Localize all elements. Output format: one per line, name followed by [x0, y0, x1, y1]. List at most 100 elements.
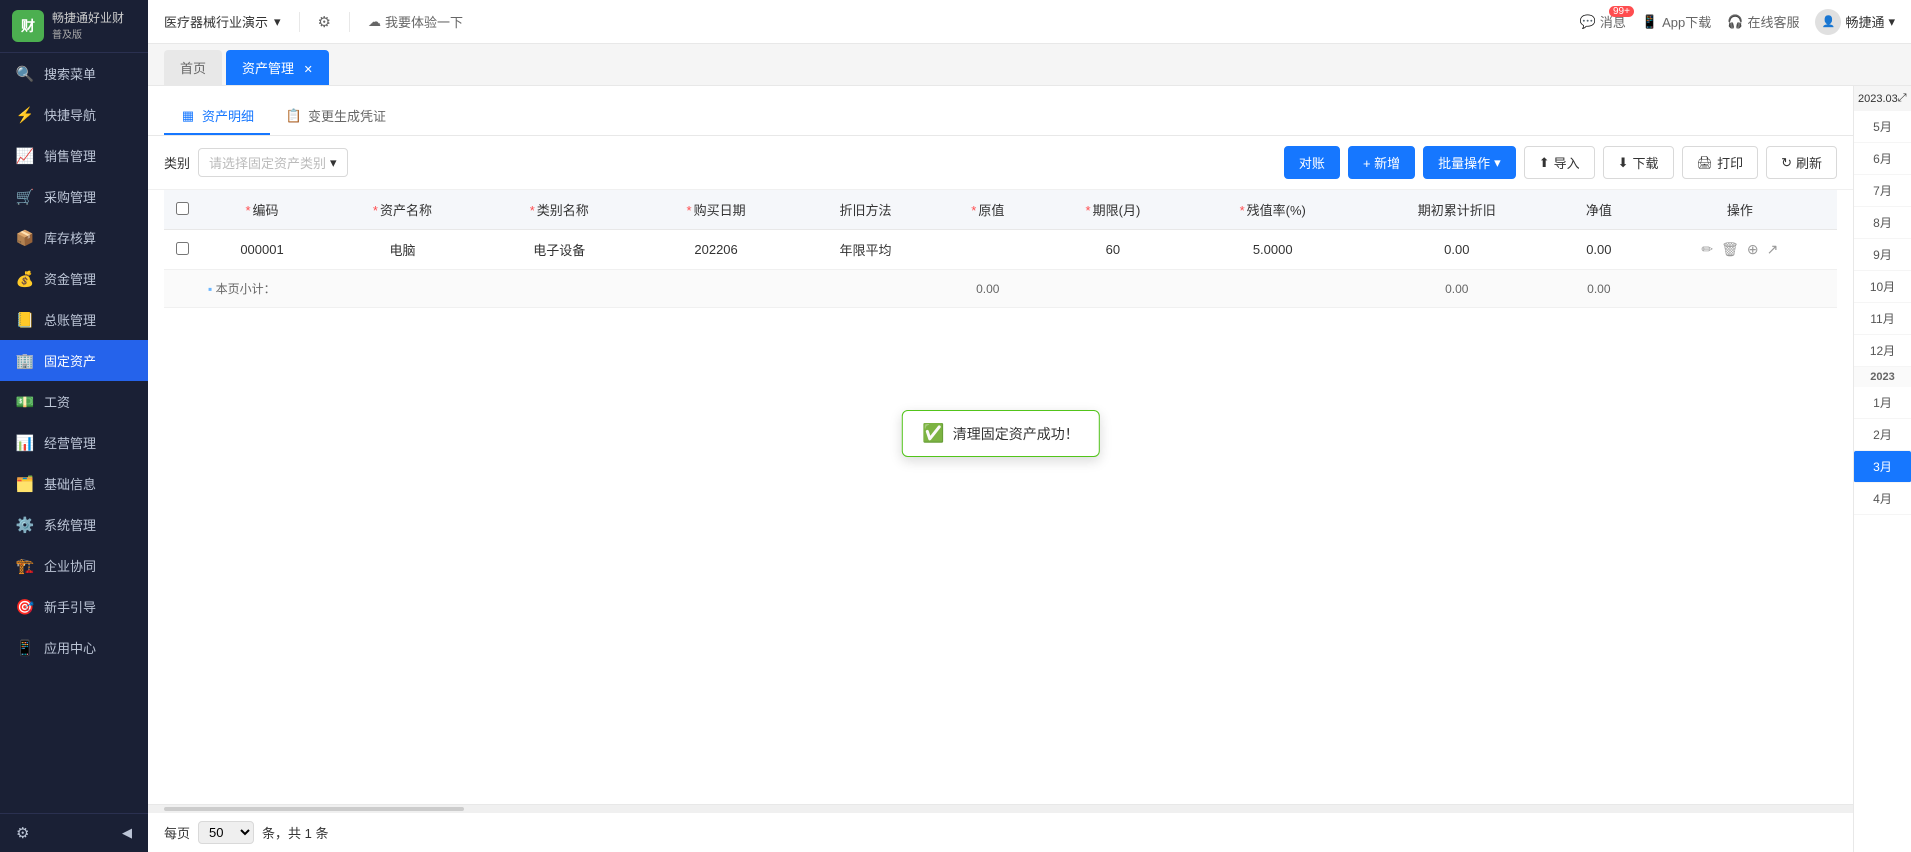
- sub-tab-asset-detail[interactable]: ▦ 资产明细: [164, 98, 270, 135]
- cal-item-7[interactable]: 7月: [1854, 175, 1911, 207]
- more-icon[interactable]: ↗: [1767, 241, 1779, 258]
- per-page-select[interactable]: 50 100: [198, 821, 254, 844]
- tab-close-icon[interactable]: ✕: [304, 64, 313, 76]
- row-original-value: [937, 230, 1040, 270]
- sidebar-item-corp[interactable]: 🏗️ 企业协同: [0, 545, 148, 586]
- message-icon: 💬: [1580, 14, 1596, 30]
- cal-item-6[interactable]: 6月: [1854, 143, 1911, 175]
- select-all-checkbox[interactable]: [176, 202, 189, 215]
- assets-icon: 🏢: [16, 352, 34, 370]
- subtotal-label: ▪ 本页小计：: [200, 270, 937, 308]
- purchase-icon: 🛒: [16, 188, 34, 206]
- row-checkbox[interactable]: [176, 242, 189, 255]
- cal-item-2023-3[interactable]: 3月: [1854, 451, 1911, 483]
- main-toolbar: 类别 请选择固定资产类别 ▾ 对账 + 新增 批量操作 ▾: [148, 136, 1853, 190]
- calendar-header-label: 2023.03: [1858, 93, 1898, 105]
- sidebar-item-ledger[interactable]: 📒 总账管理: [0, 299, 148, 340]
- company-dropdown-icon: ▾: [274, 14, 281, 30]
- header-original-value: *原值: [937, 190, 1040, 230]
- app-download-button[interactable]: 📱 App下载: [1642, 12, 1711, 31]
- filter-area: 类别 请选择固定资产类别 ▾: [164, 148, 348, 177]
- cal-item-12[interactable]: 12月: [1854, 335, 1911, 367]
- new-button[interactable]: + 新增: [1348, 146, 1415, 179]
- subtotal-net-value: 0.00: [1555, 270, 1643, 308]
- cal-item-2023-1[interactable]: 1月: [1854, 387, 1911, 419]
- horizontal-scrollbar[interactable]: [148, 804, 1853, 812]
- experience-button[interactable]: ☁ 我要体验一下: [368, 12, 463, 31]
- messages-button[interactable]: 💬 消息 99+: [1580, 12, 1626, 31]
- avatar: 👤: [1815, 9, 1841, 35]
- cal-item-11[interactable]: 11月: [1854, 303, 1911, 335]
- collapse-button[interactable]: ◀: [122, 825, 132, 841]
- cal-item-2023-4[interactable]: 4月: [1854, 483, 1911, 515]
- sub-tabs: ▦ 资产明细 📋 变更生成凭证: [148, 86, 1853, 136]
- row-net-value: 0.00: [1555, 230, 1643, 270]
- sidebar-item-salary[interactable]: 💵 工资: [0, 381, 148, 422]
- sidebar-item-system[interactable]: ⚙️ 系统管理: [0, 504, 148, 545]
- batch-ops-button[interactable]: 批量操作 ▾: [1423, 146, 1516, 179]
- scrollbar-thumb[interactable]: [164, 807, 464, 811]
- topbar-divider2: [349, 12, 350, 32]
- edit-icon[interactable]: ✏: [1701, 241, 1713, 258]
- table-row: 000001 电脑 电子设备 202206 年限平均 60 5.0000 0.0…: [164, 230, 1837, 270]
- content-main: ▦ 资产明细 📋 变更生成凭证 类别 请选择固定资产类别 ▾: [148, 86, 1853, 852]
- header-period: *期限(月): [1039, 190, 1187, 230]
- content-area: ▦ 资产明细 📋 变更生成凭证 类别 请选择固定资产类别 ▾: [148, 86, 1911, 852]
- print-icon: 🖨: [1697, 155, 1714, 171]
- sidebar-item-purchase[interactable]: 🛒 采购管理: [0, 176, 148, 217]
- sub-tab-change-voucher[interactable]: 📋 变更生成凭证: [270, 98, 402, 135]
- row-actions: ✏ 🗑 ⊕ ↗: [1643, 230, 1837, 270]
- asset-table-wrap: *编码 *资产名称 *类别名称 *购买日期 折旧方法 *原值 *期限(月) *残…: [148, 190, 1853, 804]
- header-residual-rate: *残值率(%): [1187, 190, 1359, 230]
- reconcile-button[interactable]: 对账: [1284, 146, 1340, 179]
- sidebar-item-sales[interactable]: 📈 销售管理: [0, 135, 148, 176]
- sidebar-item-basic[interactable]: 🗂️ 基础信息: [0, 463, 148, 504]
- sidebar-item-quicknav[interactable]: ⚡ 快捷导航: [0, 94, 148, 135]
- calendar-expand-icon[interactable]: ⤢: [1898, 92, 1907, 105]
- print-button[interactable]: 🖨 打印: [1682, 146, 1759, 179]
- quicknav-icon: ⚡: [16, 106, 34, 124]
- user-menu[interactable]: 👤 畅捷通 ▾: [1815, 9, 1895, 35]
- inventory-icon: 📦: [16, 229, 34, 247]
- salary-icon: 💵: [16, 393, 34, 411]
- tab-home[interactable]: 首页: [164, 50, 222, 85]
- header-purchase-date: *购买日期: [638, 190, 795, 230]
- cal-item-5[interactable]: 5月: [1854, 111, 1911, 143]
- header-opening-accumulated: 期初累计折旧: [1359, 190, 1555, 230]
- subtotal-opening-accumulated: 0.00: [1359, 270, 1555, 308]
- delete-icon[interactable]: 🗑: [1721, 241, 1739, 258]
- import-button[interactable]: ⬆ 导入: [1524, 146, 1595, 179]
- topbar-gear-icon[interactable]: ⚙: [318, 13, 331, 31]
- sidebar-item-funds[interactable]: 💰 资金管理: [0, 258, 148, 299]
- copy-icon[interactable]: ⊕: [1747, 241, 1759, 258]
- category-label: 类别: [164, 153, 190, 172]
- download-button[interactable]: ⬇ 下载: [1603, 146, 1674, 179]
- tab-assets-mgmt[interactable]: 资产管理 ✕: [226, 50, 329, 85]
- online-service-button[interactable]: 🎧 在线客服: [1727, 12, 1799, 31]
- calendar-controls: ⤢ ✕: [1898, 92, 1911, 105]
- sidebar-item-guide[interactable]: 🎯 新手引导: [0, 586, 148, 627]
- company-selector[interactable]: 医疗器械行业演示 ▾: [164, 12, 281, 31]
- cal-item-8[interactable]: 8月: [1854, 207, 1911, 239]
- ops-icon: 📊: [16, 434, 34, 452]
- basic-icon: 🗂️: [16, 475, 34, 493]
- guide-icon: 🎯: [16, 598, 34, 616]
- refresh-button[interactable]: ↻ 刷新: [1766, 146, 1837, 179]
- calendar-items: 5月 6月 7月 8月 9月 10月 11月 12月 2023 1月 2月 3月…: [1854, 111, 1911, 852]
- row-depreciation: 年限平均: [794, 230, 936, 270]
- sidebar-item-ops[interactable]: 📊 经营管理: [0, 422, 148, 463]
- cal-item-9[interactable]: 9月: [1854, 239, 1911, 271]
- toast-check-icon: ✅: [922, 423, 944, 444]
- cal-item-10[interactable]: 10月: [1854, 271, 1911, 303]
- cal-item-2023-2[interactable]: 2月: [1854, 419, 1911, 451]
- settings-gear-icon[interactable]: ⚙: [16, 824, 29, 842]
- sidebar-item-appstore[interactable]: 📱 应用中心: [0, 627, 148, 668]
- row-checkbox-cell: [164, 230, 200, 270]
- action-icons: ✏ 🗑 ⊕ ↗: [1651, 241, 1829, 258]
- ledger-icon: 📒: [16, 311, 34, 329]
- sidebar-item-inventory[interactable]: 📦 库存核算: [0, 217, 148, 258]
- sidebar-item-search[interactable]: 🔍 搜索菜单: [0, 53, 148, 94]
- category-filter[interactable]: 请选择固定资产类别 ▾: [198, 148, 348, 177]
- row-opening-accumulated: 0.00: [1359, 230, 1555, 270]
- sidebar-item-assets[interactable]: 🏢 固定资产: [0, 340, 148, 381]
